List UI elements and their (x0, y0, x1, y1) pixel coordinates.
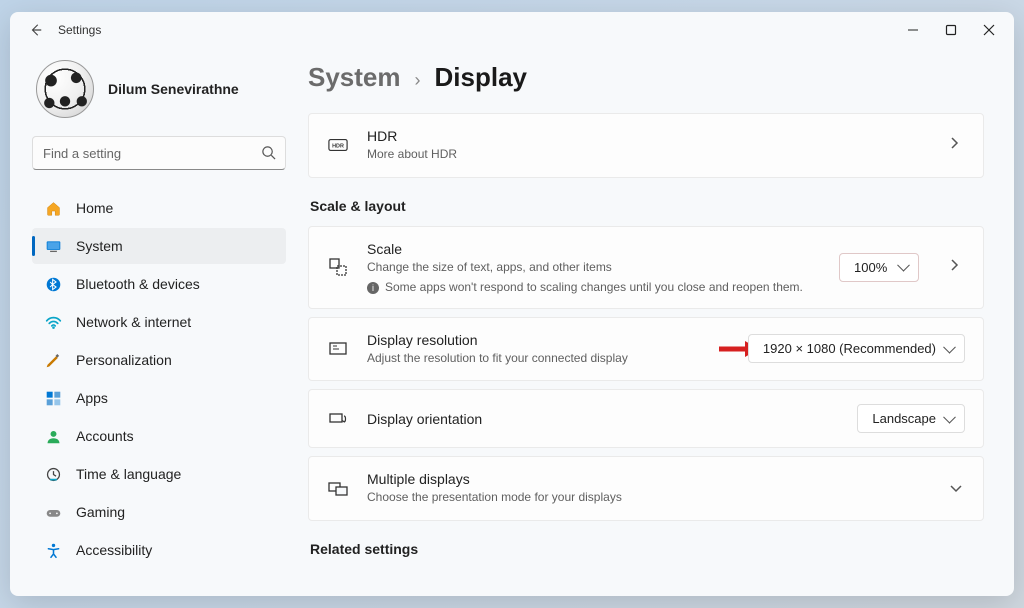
resolution-card[interactable]: Display resolution Adjust the resolution… (308, 317, 984, 382)
nav-label: Gaming (76, 504, 125, 520)
gaming-icon (44, 503, 62, 521)
accessibility-icon (44, 541, 62, 559)
orientation-card[interactable]: Display orientation Landscape (308, 389, 984, 448)
close-button[interactable] (982, 23, 996, 37)
nav-label: Network & internet (76, 314, 191, 330)
search-input[interactable] (32, 136, 286, 170)
hdr-icon: HDR (327, 138, 349, 152)
titlebar: Settings (10, 12, 1014, 48)
nav-label: Accessibility (76, 542, 152, 558)
accounts-icon (44, 427, 62, 445)
multiple-displays-card[interactable]: Multiple displays Choose the presentatio… (308, 456, 984, 521)
nav-network[interactable]: Network & internet (32, 304, 286, 340)
window-title: Settings (58, 23, 101, 37)
section-related: Related settings (310, 541, 984, 557)
main-content: System › Display HDR HDR More about HDR … (300, 48, 1014, 596)
time-icon (44, 465, 62, 483)
home-icon (44, 199, 62, 217)
settings-window: Settings Dilum Senevirathne Home System … (10, 12, 1014, 596)
resolution-title: Display resolution (367, 332, 730, 348)
nav-label: Time & language (76, 466, 181, 482)
scale-sub: Change the size of text, apps, and other… (367, 259, 821, 276)
personalization-icon (44, 351, 62, 369)
nav-label: Bluetooth & devices (76, 276, 200, 292)
nav-label: Accounts (76, 428, 134, 444)
username: Dilum Senevirathne (108, 81, 239, 97)
hdr-title: HDR (367, 128, 919, 144)
orientation-title: Display orientation (367, 411, 839, 427)
multiple-displays-icon (327, 479, 349, 499)
nav-accounts[interactable]: Accounts (32, 418, 286, 454)
nav-personalization[interactable]: Personalization (32, 342, 286, 378)
avatar (36, 60, 94, 118)
scale-card[interactable]: Scale Change the size of text, apps, and… (308, 226, 984, 309)
orientation-dropdown[interactable]: Landscape (857, 404, 965, 433)
chevron-right-icon: › (415, 70, 421, 91)
info-icon: i (367, 282, 379, 294)
svg-text:HDR: HDR (332, 144, 344, 150)
nav-gaming[interactable]: Gaming (32, 494, 286, 530)
nav-label: System (76, 238, 123, 254)
breadcrumb-parent[interactable]: System (308, 62, 401, 93)
scale-icon (327, 257, 349, 277)
scale-dropdown[interactable]: 100% (839, 253, 919, 282)
nav-time[interactable]: Time & language (32, 456, 286, 492)
resolution-sub: Adjust the resolution to fit your connec… (367, 350, 730, 367)
network-icon (44, 313, 62, 331)
apps-icon (44, 389, 62, 407)
resolution-dropdown[interactable]: 1920 × 1080 (Recommended) (748, 334, 965, 363)
nav-label: Home (76, 200, 113, 216)
minimize-button[interactable] (906, 23, 920, 37)
chevron-down-icon (949, 480, 965, 498)
sidebar: Dilum Senevirathne Home System Bluetooth… (10, 48, 300, 596)
nav-system[interactable]: System (32, 228, 286, 264)
nav-label: Apps (76, 390, 108, 406)
maximize-button[interactable] (944, 23, 958, 37)
hdr-card[interactable]: HDR HDR More about HDR (308, 113, 984, 178)
scale-title: Scale (367, 241, 821, 257)
orientation-icon (327, 409, 349, 429)
profile[interactable]: Dilum Senevirathne (36, 60, 286, 118)
nav-label: Personalization (76, 352, 172, 368)
breadcrumb-current: Display (435, 62, 528, 93)
nav-accessibility[interactable]: Accessibility (32, 532, 286, 568)
section-scale-layout: Scale & layout (310, 198, 984, 214)
hdr-sub: More about HDR (367, 146, 919, 163)
nav-apps[interactable]: Apps (32, 380, 286, 416)
back-button[interactable] (22, 23, 50, 37)
system-icon (44, 237, 62, 255)
scale-note: Some apps won't respond to scaling chang… (385, 280, 803, 294)
nav-bluetooth[interactable]: Bluetooth & devices (32, 266, 286, 302)
nav-home[interactable]: Home (32, 190, 286, 226)
bluetooth-icon (44, 275, 62, 293)
resolution-icon (327, 339, 349, 359)
chevron-right-icon (949, 136, 965, 155)
breadcrumb: System › Display (308, 62, 984, 93)
chevron-right-icon (949, 258, 965, 277)
multiple-title: Multiple displays (367, 471, 919, 487)
multiple-sub: Choose the presentation mode for your di… (367, 489, 919, 506)
nav-list: Home System Bluetooth & devices Network … (32, 190, 286, 568)
search-icon (261, 145, 276, 165)
